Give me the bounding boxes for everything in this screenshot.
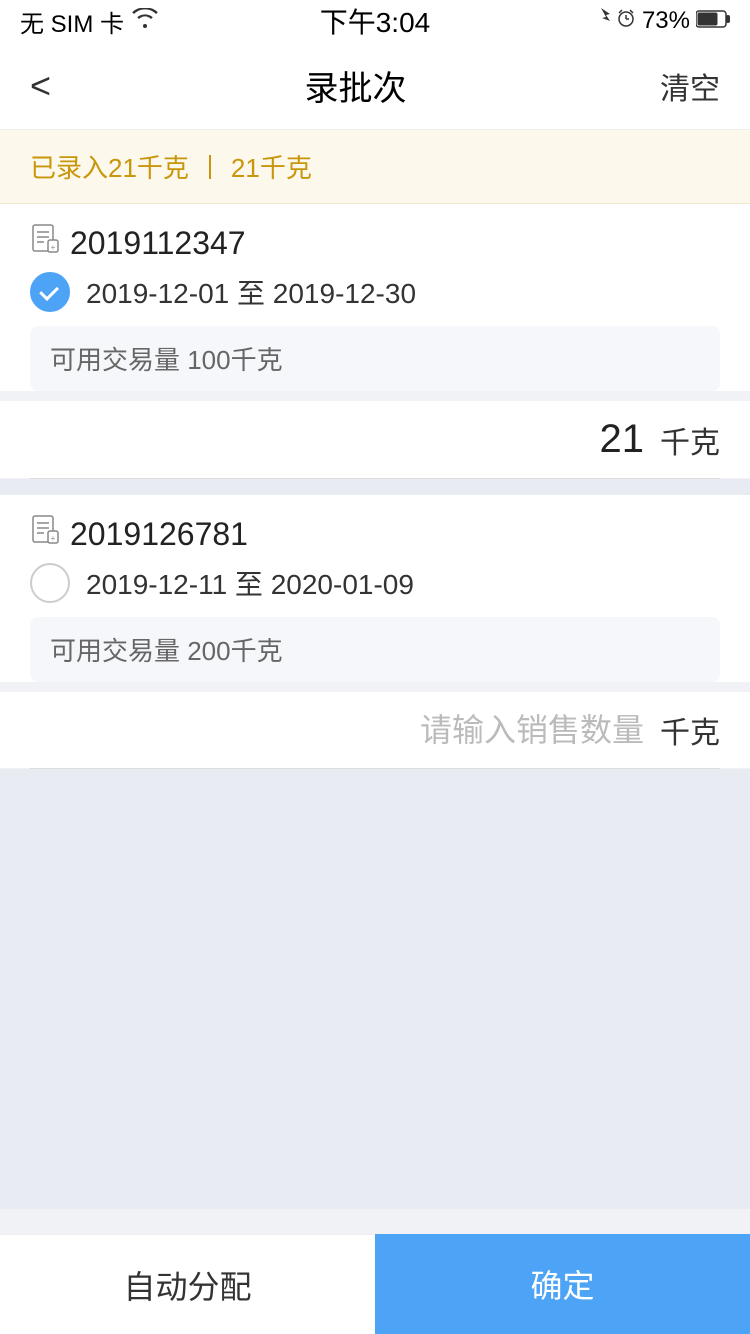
status-left: 无 SIM 卡 <box>20 4 158 39</box>
batch2-input-row: 千克 <box>0 692 750 768</box>
clear-button[interactable]: 清空 <box>660 64 720 108</box>
batch1-date: 2019-12-01 至 2019-12-30 <box>86 272 416 312</box>
location-icon <box>592 7 610 35</box>
auto-assign-button[interactable]: 自动分配 <box>0 1234 375 1334</box>
batch1-available: 可用交易量 100千克 <box>30 326 720 391</box>
batch2-radio[interactable] <box>30 563 70 603</box>
batch2-id: 2019126781 <box>70 516 248 553</box>
info-value: 21千克 <box>231 148 312 185</box>
wifi-icon <box>132 7 158 35</box>
batch1-doc-icon: + <box>30 224 60 262</box>
confirm-button[interactable]: 确定 <box>375 1234 750 1334</box>
batch-card-2: + 2019126781 2019-12-11 至 2020-01-09 可用交… <box>0 495 750 682</box>
batch2-doc-icon: + <box>30 515 60 553</box>
back-button[interactable]: < <box>30 65 51 107</box>
page-title: 录批次 <box>305 61 407 110</box>
nav-bar: < 录批次 清空 <box>0 42 750 130</box>
batch1-amount-value: 21 <box>600 417 645 462</box>
batch2-header: + 2019126781 <box>0 495 750 563</box>
info-banner: 已录入21千克 21千克 <box>0 130 750 204</box>
batch2-date: 2019-12-11 至 2020-01-09 <box>86 563 414 603</box>
section-gap-1 <box>0 479 750 495</box>
batch1-amount-unit: 千克 <box>660 418 720 462</box>
battery-icon <box>696 7 730 35</box>
recorded-label: 已录入21千克 <box>30 148 189 185</box>
empty-area <box>0 769 750 1209</box>
battery-label: 73% <box>642 7 690 35</box>
batch1-radio[interactable] <box>30 272 70 312</box>
svg-text:+: + <box>51 243 56 252</box>
alarm-icon <box>616 7 636 35</box>
info-divider <box>209 155 211 179</box>
batch1-id: 2019112347 <box>70 225 246 262</box>
batch2-date-row[interactable]: 2019-12-11 至 2020-01-09 <box>0 563 750 617</box>
batch1-date-row[interactable]: 2019-12-01 至 2019-12-30 <box>0 272 750 326</box>
bottom-bar: 自动分配 确定 <box>0 1234 750 1334</box>
status-bar: 无 SIM 卡 下午3:04 73% <box>0 0 750 42</box>
no-sim-label: 无 SIM 卡 <box>20 4 124 39</box>
batch2-input-unit: 千克 <box>660 708 720 752</box>
svg-text:+: + <box>51 534 56 543</box>
status-right: 73% <box>592 7 730 35</box>
batch2-available: 可用交易量 200千克 <box>30 617 720 682</box>
batch1-header: + 2019112347 <box>0 204 750 272</box>
status-time: 下午3:04 <box>320 1 431 41</box>
batch-card-1: + 2019112347 2019-12-01 至 2019-12-30 可用交… <box>0 204 750 391</box>
batch2-qty-input[interactable] <box>344 712 644 749</box>
batch1-amount-row: 21 千克 <box>0 401 750 478</box>
